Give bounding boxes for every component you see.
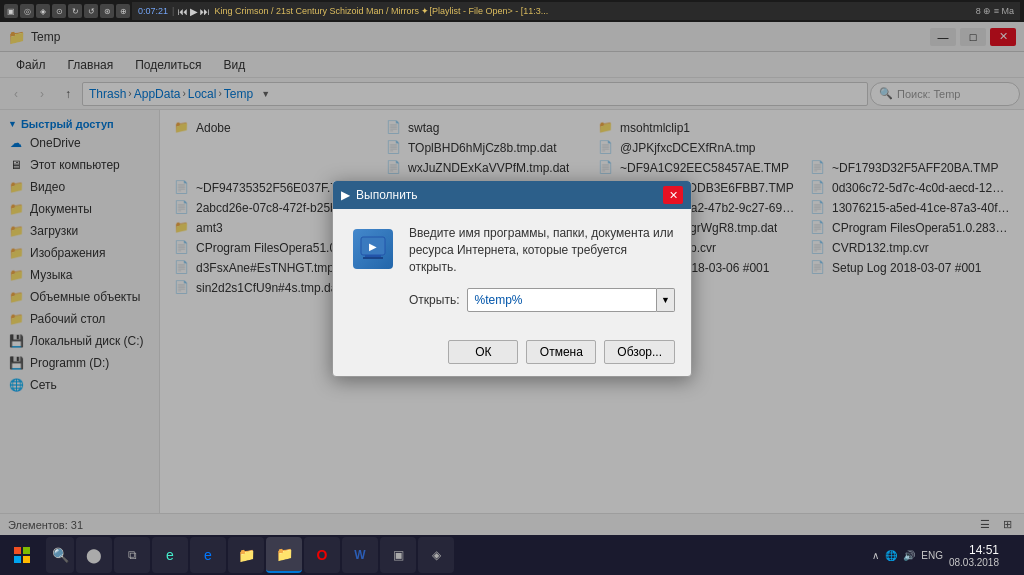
dialog-icon-area: ▶: [349, 225, 397, 273]
app-icon-3[interactable]: ◈: [36, 4, 50, 18]
svg-rect-2: [363, 257, 383, 259]
dialog-field-row: Открыть: ▼: [409, 288, 675, 312]
taskbar-cortana[interactable]: ⬤: [76, 537, 112, 573]
svg-text:▶: ▶: [369, 241, 377, 252]
media-bitrate: 0:07:21: [138, 6, 168, 16]
start-button[interactable]: [4, 537, 40, 573]
app-icon-8[interactable]: ⊕: [116, 4, 130, 18]
dialog-title-icon: ▶: [341, 188, 350, 202]
taskbar-explorer-active[interactable]: 📁: [266, 537, 302, 573]
svg-rect-6: [14, 556, 21, 563]
taskbar-ie[interactable]: e: [190, 537, 226, 573]
taskbar-explorer[interactable]: 📁: [228, 537, 264, 573]
dialog-cancel-button[interactable]: Отмена: [526, 340, 596, 364]
explorer-active-icon: 📁: [276, 546, 293, 562]
taskbar-time-value: 14:51: [949, 543, 999, 557]
dialog-titlebar: ▶ Выполнить ✕: [333, 181, 691, 209]
app-icon-7[interactable]: ⊛: [100, 4, 114, 18]
taskbar-network-icon[interactable]: 🌐: [885, 550, 897, 561]
svg-rect-4: [14, 547, 21, 554]
search-taskbar-icon: 🔍: [52, 547, 69, 563]
media-taskbar-icons: ▣ ◎ ◈ ⊙ ↻ ↺ ⊛ ⊕: [4, 4, 130, 18]
taskbar-chevron[interactable]: ∧: [872, 550, 879, 561]
dialog-dropdown-button[interactable]: ▼: [657, 288, 675, 312]
taskbar-date-value: 08.03.2018: [949, 557, 999, 568]
word-icon: W: [354, 548, 365, 562]
taskbar-app-extra[interactable]: ▣: [380, 537, 416, 573]
media-right: 8 ⊕ ≡ Ma: [976, 6, 1014, 16]
run-dialog: ▶ Выполнить ✕ ▶ Введите имя программы, п…: [332, 180, 692, 376]
dialog-field-label: Открыть:: [409, 293, 459, 307]
dialog-open-input[interactable]: [467, 288, 657, 312]
media-taskbar: ▣ ◎ ◈ ⊙ ↻ ↺ ⊛ ⊕ 0:07:21 | ⏮ ▶ ⏭ King Cri…: [0, 0, 1024, 22]
taskbar-language[interactable]: ENG: [921, 550, 943, 561]
media-bar: 0:07:21 | ⏮ ▶ ⏭ King Crimson / 21st Cent…: [132, 2, 1020, 20]
app-icon-5[interactable]: ↻: [68, 4, 82, 18]
dialog-text-area: Введите имя программы, папки, документа …: [409, 225, 675, 315]
edge-icon: e: [166, 547, 174, 563]
system-taskbar: 🔍 ⬤ ⧉ e e 📁 📁 O W ▣ ◈: [0, 535, 1024, 575]
media-next[interactable]: ⏭: [200, 6, 210, 17]
extra-app-icon: ▣: [393, 548, 404, 562]
app-icon-1[interactable]: ▣: [4, 4, 18, 18]
app-icon-4[interactable]: ⊙: [52, 4, 66, 18]
taskbar-word[interactable]: W: [342, 537, 378, 573]
media-prev[interactable]: ⏮: [178, 6, 188, 17]
dialog-buttons: ОК Отмена Обзор...: [333, 332, 691, 376]
app-icon-2[interactable]: ◎: [20, 4, 34, 18]
media-controls[interactable]: ⏮ ▶ ⏭: [178, 6, 210, 17]
dialog-input-wrapper: ▼: [467, 288, 675, 312]
svg-rect-5: [23, 547, 30, 554]
media-sep1: |: [172, 6, 174, 16]
dialog-body: ▶ Введите имя программы, папки, документ…: [333, 209, 691, 331]
dialog-title-area: ▶ Выполнить: [341, 188, 418, 202]
app-icon-6[interactable]: ↺: [84, 4, 98, 18]
run-icon-svg: ▶: [359, 235, 387, 263]
taskbar-opera[interactable]: O: [304, 537, 340, 573]
dialog-ok-button[interactable]: ОК: [448, 340, 518, 364]
svg-rect-7: [23, 556, 30, 563]
dialog-close-button[interactable]: ✕: [663, 186, 683, 204]
dialog-description: Введите имя программы, папки, документа …: [409, 225, 675, 275]
dialog-run-icon: ▶: [353, 229, 393, 269]
ie-icon: e: [204, 547, 212, 563]
taskbar-search[interactable]: 🔍: [46, 537, 74, 573]
media-play[interactable]: ▶: [190, 6, 198, 17]
taskbar-taskview[interactable]: ⧉: [114, 537, 150, 573]
taskbar-edge[interactable]: e: [152, 537, 188, 573]
taskbar-apps: 🔍 ⬤ ⧉ e e 📁 📁 O W ▣ ◈: [42, 537, 862, 573]
windows-logo: [13, 546, 31, 564]
explorer-icon: 📁: [238, 547, 255, 563]
opera-icon: O: [317, 547, 328, 563]
taskbar-speaker-icon[interactable]: 🔊: [903, 550, 915, 561]
taskbar-clock[interactable]: 14:51 08.03.2018: [949, 543, 999, 568]
cortana-icon: ⬤: [86, 547, 102, 563]
dialog-title-text: Выполнить: [356, 188, 418, 202]
extra-app2-icon: ◈: [432, 548, 441, 562]
dialog-browse-button[interactable]: Обзор...: [604, 340, 675, 364]
taskbar-right: ∧ 🌐 🔊 ENG 14:51 08.03.2018: [864, 543, 1020, 568]
media-title: King Crimson / 21st Century Schizoid Man…: [214, 6, 971, 16]
dialog-overlay: ▶ Выполнить ✕ ▶ Введите имя программы, п…: [0, 22, 1024, 535]
taskbar-app-extra2[interactable]: ◈: [418, 537, 454, 573]
taskview-icon: ⧉: [128, 548, 137, 562]
